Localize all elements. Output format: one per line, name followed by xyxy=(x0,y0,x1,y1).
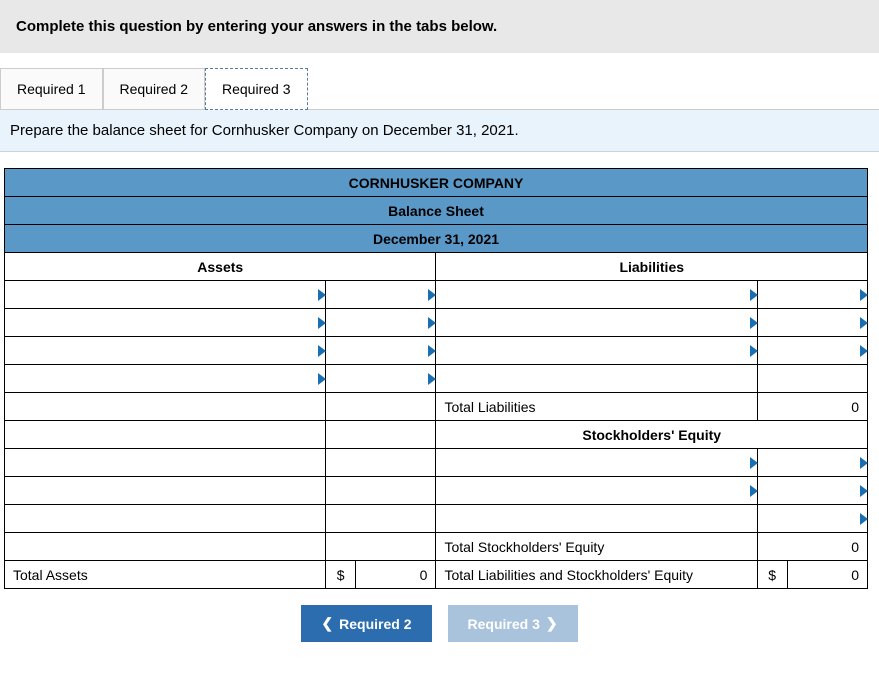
empty-cell xyxy=(436,505,757,533)
asset-name-input[interactable] xyxy=(5,309,326,337)
empty-cell xyxy=(5,477,326,505)
tab-required-3[interactable]: Required 3 xyxy=(205,68,308,110)
date-header: December 31, 2021 xyxy=(5,225,868,253)
instruction-text: Complete this question by entering your … xyxy=(16,18,497,35)
total-assets-label: Total Assets xyxy=(5,561,326,589)
empty-cell xyxy=(326,505,436,533)
balance-sheet: CORNHUSKER COMPANY Balance Sheet Decembe… xyxy=(4,168,868,589)
nav-buttons: ❮ Required 2 Required 3 ❯ xyxy=(0,605,879,642)
prompt-text: Prepare the balance sheet for Cornhusker… xyxy=(10,122,519,139)
asset-name-input[interactable] xyxy=(5,365,326,393)
asset-name-input[interactable] xyxy=(5,281,326,309)
liability-name-input[interactable] xyxy=(436,281,757,309)
asset-value-input[interactable] xyxy=(326,309,436,337)
asset-name-input[interactable] xyxy=(5,337,326,365)
prev-button-label: Required 2 xyxy=(339,616,411,632)
liability-name-input[interactable] xyxy=(436,309,757,337)
liability-name-input[interactable] xyxy=(436,337,757,365)
asset-value-input[interactable] xyxy=(326,365,436,393)
empty-cell xyxy=(5,533,326,561)
empty-cell xyxy=(5,449,326,477)
instruction-bar: Complete this question by entering your … xyxy=(0,0,879,53)
prev-button[interactable]: ❮ Required 2 xyxy=(301,605,431,642)
equity-value-input[interactable] xyxy=(757,449,867,477)
total-stockholders-equity-value: 0 xyxy=(757,533,867,561)
total-liab-equity-label: Total Liabilities and Stockholders' Equi… xyxy=(436,561,757,589)
total-liab-equity-value: 0 xyxy=(787,561,867,589)
tabs-row: Required 1 Required 2 Required 3 xyxy=(0,67,879,110)
asset-value-input[interactable] xyxy=(326,337,436,365)
total-liabilities-value: 0 xyxy=(757,393,867,421)
tab-label: Required 1 xyxy=(17,81,86,97)
liability-value-input[interactable] xyxy=(757,337,867,365)
assets-column-header: Assets xyxy=(5,253,436,281)
next-button[interactable]: Required 3 ❯ xyxy=(448,605,578,642)
empty-cell xyxy=(757,365,867,393)
total-assets-value: 0 xyxy=(356,561,436,589)
tab-label: Required 2 xyxy=(120,81,189,97)
equity-name-input[interactable] xyxy=(436,449,757,477)
liabilities-column-header: Liabilities xyxy=(436,253,868,281)
empty-cell xyxy=(326,477,436,505)
empty-cell xyxy=(326,533,436,561)
empty-cell xyxy=(5,421,326,449)
total-liab-equity-currency: $ xyxy=(757,561,787,589)
chevron-left-icon: ❮ xyxy=(321,615,333,632)
asset-value-input[interactable] xyxy=(326,281,436,309)
empty-cell xyxy=(326,449,436,477)
tab-label: Required 3 xyxy=(222,81,291,97)
equity-value-input[interactable] xyxy=(757,505,867,533)
empty-cell xyxy=(436,365,757,393)
liability-value-input[interactable] xyxy=(757,281,867,309)
company-header: CORNHUSKER COMPANY xyxy=(5,169,868,197)
total-assets-currency: $ xyxy=(326,561,356,589)
equity-name-input[interactable] xyxy=(436,477,757,505)
equity-value-input[interactable] xyxy=(757,477,867,505)
next-button-label: Required 3 xyxy=(468,616,540,632)
total-liabilities-label: Total Liabilities xyxy=(436,393,757,421)
empty-cell xyxy=(326,421,436,449)
liability-value-input[interactable] xyxy=(757,309,867,337)
prompt-bar: Prepare the balance sheet for Cornhusker… xyxy=(0,110,879,152)
chevron-right-icon: ❯ xyxy=(546,615,558,632)
empty-cell xyxy=(5,393,326,421)
empty-cell xyxy=(5,505,326,533)
tab-required-2[interactable]: Required 2 xyxy=(103,68,206,110)
stockholders-equity-header: Stockholders' Equity xyxy=(436,421,868,449)
tab-required-1[interactable]: Required 1 xyxy=(0,68,103,110)
statement-header: Balance Sheet xyxy=(5,197,868,225)
total-stockholders-equity-label: Total Stockholders' Equity xyxy=(436,533,757,561)
empty-cell xyxy=(326,393,436,421)
